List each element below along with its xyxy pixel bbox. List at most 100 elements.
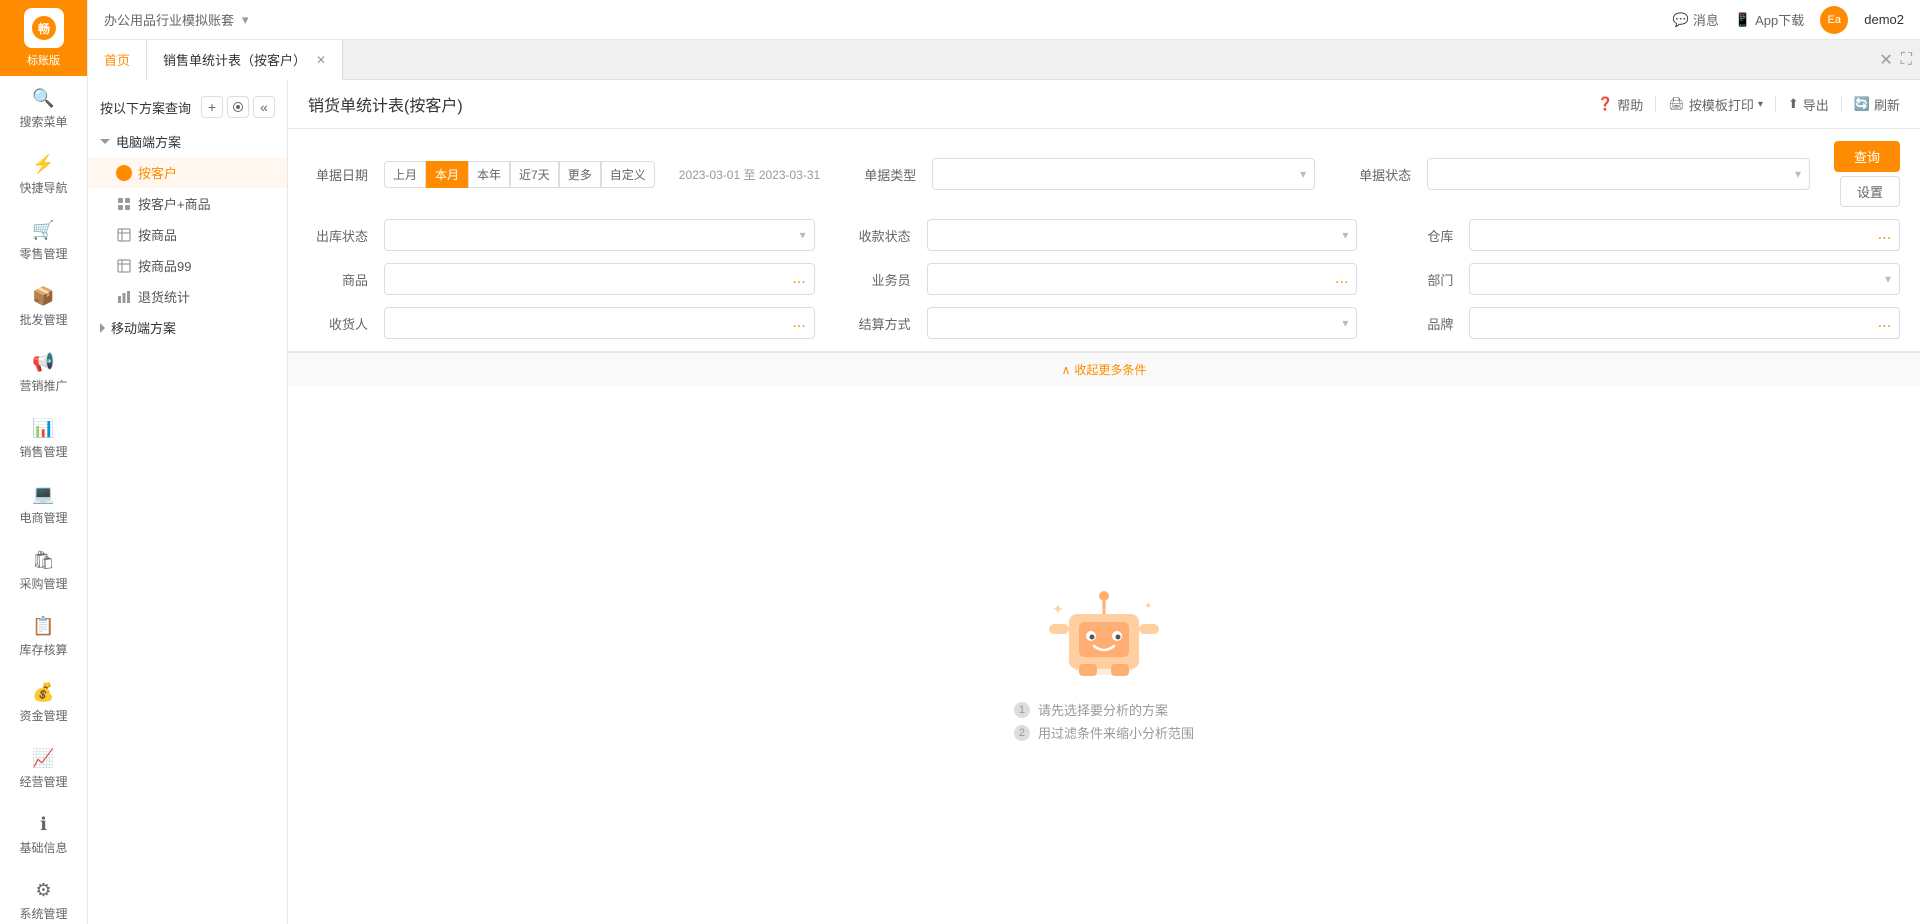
scheme-add-button[interactable]: + bbox=[201, 96, 223, 118]
date-btn-this-year[interactable]: 本年 bbox=[468, 161, 510, 188]
sidebar-item-label: 零售管理 bbox=[19, 245, 67, 262]
date-btn-7days[interactable]: 近7天 bbox=[510, 161, 559, 188]
payment-status-select[interactable]: ▾ bbox=[927, 219, 1358, 251]
sidebar-item-marketing[interactable]: 📢 营销推广 bbox=[0, 340, 87, 406]
group-mobile-label: 移动端方案 bbox=[111, 318, 176, 337]
date-buttons: 上月 本月 本年 近7天 更多 自定义 bbox=[384, 161, 655, 188]
sidebar-item-basic-info[interactable]: ℹ 基础信息 bbox=[0, 802, 87, 868]
main-area: 办公用品行业模拟账套 ▾ 💬 消息 📱 App下载 Ea demo2 首页 销售… bbox=[88, 0, 1920, 924]
sidebar-item-search[interactable]: 🔍 搜索菜单 bbox=[0, 76, 87, 142]
export-icon: ⬆ bbox=[1788, 96, 1799, 112]
brand-more-icon[interactable]: ... bbox=[1878, 314, 1891, 332]
print-icon: 🖨 bbox=[1668, 96, 1685, 112]
sidebar-item-purchase[interactable]: 🛍 采购管理 bbox=[0, 538, 87, 604]
maximize-icon[interactable]: ⛶ bbox=[1901, 51, 1912, 69]
refresh-button[interactable]: 🔄 刷新 bbox=[1854, 95, 1900, 114]
scheme-item-label: 按客户+商品 bbox=[138, 194, 211, 213]
sidebar-item-label: 销售管理 bbox=[19, 443, 67, 460]
sidebar-item-wholesale[interactable]: 📦 批发管理 bbox=[0, 274, 87, 340]
out-status-select[interactable]: ▾ bbox=[384, 219, 815, 251]
scheme-item-label: 按商品 bbox=[138, 225, 177, 244]
date-btn-last-month[interactable]: 上月 bbox=[384, 161, 426, 188]
industry-label: 办公用品行业模拟账套 bbox=[104, 10, 234, 29]
brand-input[interactable]: ... bbox=[1469, 307, 1900, 339]
tab-sales-stats[interactable]: 销售单统计表（按客户） ✕ bbox=[147, 40, 343, 80]
salesman-input[interactable]: ... bbox=[927, 263, 1358, 295]
management-nav-icon: 📈 bbox=[32, 748, 54, 769]
sidebar-item-inventory[interactable]: 📋 库存核算 bbox=[0, 604, 87, 670]
sidebar-item-sales[interactable]: 📊 销售管理 bbox=[0, 406, 87, 472]
page-title: 销货单统计表(按客户) bbox=[308, 92, 463, 128]
scheme-item-by-customer-goods[interactable]: 按客户+商品 bbox=[88, 188, 287, 219]
sidebar-item-system[interactable]: ⚙ 系统管理 bbox=[0, 868, 87, 924]
sidebar-item-management[interactable]: 📈 经营管理 bbox=[0, 736, 87, 802]
page-container: 按以下方案查询 + « 电脑端方案 bbox=[88, 80, 1920, 924]
scheme-group-mobile-header[interactable]: 移动端方案 bbox=[88, 312, 287, 343]
scheme-settings-button[interactable] bbox=[227, 96, 249, 118]
sidebar-item-finance[interactable]: 💰 资金管理 bbox=[0, 670, 87, 736]
sidebar-item-shortcuts[interactable]: ⚡ 快捷导航 bbox=[0, 142, 87, 208]
payment-status-label: 收款状态 bbox=[851, 226, 911, 245]
empty-illustration: ✦ ✦ bbox=[1044, 564, 1164, 684]
page-title-bar: 销货单统计表(按客户) ❓ 帮助 🖨 按模板打印 ▾ ⬆ bbox=[288, 80, 1920, 129]
help-button[interactable]: ❓ 帮助 bbox=[1597, 95, 1643, 114]
query-button[interactable]: 查询 bbox=[1834, 141, 1900, 172]
tab-close-icon[interactable]: ✕ bbox=[316, 53, 326, 67]
scheme-item-label: 按客户 bbox=[138, 163, 177, 182]
export-button[interactable]: ⬆ 导出 bbox=[1788, 95, 1829, 114]
scheme-item-by-goods[interactable]: 按商品 bbox=[88, 219, 287, 250]
app-download-button[interactable]: 📱 App下载 bbox=[1735, 10, 1804, 29]
tab-sales-stats-label: 销售单统计表（按客户） bbox=[163, 50, 306, 69]
warehouse-more-icon[interactable]: ... bbox=[1878, 226, 1891, 244]
sidebar-item-ecommerce[interactable]: 💻 电商管理 bbox=[0, 472, 87, 538]
salesman-more-icon[interactable]: ... bbox=[1335, 270, 1348, 288]
logo-area[interactable]: 畅 标账版 bbox=[0, 0, 87, 76]
avatar[interactable]: Ea bbox=[1820, 6, 1848, 34]
goods-input[interactable]: ... bbox=[384, 263, 815, 295]
finance-nav-icon: 💰 bbox=[32, 682, 54, 703]
sidebar-item-label: 搜索菜单 bbox=[19, 113, 67, 130]
scheme-item-label: 按商品99 bbox=[138, 256, 191, 275]
scheme-header-label: 按以下方案查询 bbox=[100, 98, 191, 117]
hint-num-1: 1 bbox=[1014, 702, 1030, 718]
scheme-item-by-customer[interactable]: 按客户 bbox=[88, 157, 287, 188]
tab-maximize-area: ✕ ⛶ bbox=[1871, 50, 1920, 70]
order-status-select[interactable]: ▾ bbox=[1427, 158, 1810, 190]
scheme-collapse-button[interactable]: « bbox=[253, 96, 275, 118]
scheme-item-by-goods-99[interactable]: 按商品99 bbox=[88, 250, 287, 281]
industry-dropdown-icon[interactable]: ▾ bbox=[242, 12, 249, 28]
scheme-item-table2-icon bbox=[116, 258, 132, 274]
receiver-input[interactable]: ... bbox=[384, 307, 815, 339]
sidebar-item-label: 采购管理 bbox=[19, 575, 67, 592]
date-btn-more[interactable]: 更多 bbox=[559, 161, 601, 188]
scheme-item-grid-icon bbox=[116, 196, 132, 212]
warehouse-input[interactable]: ... bbox=[1469, 219, 1900, 251]
salesman-label: 业务员 bbox=[851, 270, 911, 289]
goods-more-icon[interactable]: ... bbox=[792, 270, 805, 288]
close-window-icon[interactable]: ✕ bbox=[1879, 50, 1892, 70]
out-status-chevron-icon: ▾ bbox=[800, 228, 806, 242]
payment-status-chevron-icon: ▾ bbox=[1342, 228, 1348, 242]
collapse-bar[interactable]: ∧ 收起更多条件 bbox=[288, 352, 1920, 386]
scheme-item-return-stats[interactable]: 退货统计 bbox=[88, 281, 287, 312]
print-button[interactable]: 🖨 按模板打印 ▾ bbox=[1668, 95, 1763, 114]
date-btn-this-month[interactable]: 本月 bbox=[426, 161, 468, 188]
sidebar-item-label: 经营管理 bbox=[19, 773, 67, 790]
receiver-label: 收货人 bbox=[308, 314, 368, 333]
order-type-select[interactable]: ▾ bbox=[932, 158, 1315, 190]
app-download-icon: 📱 bbox=[1735, 12, 1751, 28]
scheme-group-desktop-header[interactable]: 电脑端方案 bbox=[88, 126, 287, 157]
payment-method-select[interactable]: ▾ bbox=[927, 307, 1358, 339]
message-button[interactable]: 💬 消息 bbox=[1673, 10, 1719, 29]
header-left: 办公用品行业模拟账套 ▾ bbox=[104, 10, 249, 29]
settings-button[interactable]: 设置 bbox=[1840, 176, 1900, 207]
sidebar-item-label: 基础信息 bbox=[19, 839, 67, 856]
ecommerce-nav-icon: 💻 bbox=[32, 484, 54, 505]
order-type-label: 单据类型 bbox=[856, 165, 916, 184]
tab-home[interactable]: 首页 bbox=[88, 40, 147, 80]
department-select[interactable]: ▾ bbox=[1469, 263, 1900, 295]
receiver-more-icon[interactable]: ... bbox=[792, 314, 805, 332]
sidebar-item-retail[interactable]: 🛒 零售管理 bbox=[0, 208, 87, 274]
date-btn-custom[interactable]: 自定义 bbox=[601, 161, 655, 188]
shortcuts-nav-icon: ⚡ bbox=[32, 154, 54, 175]
